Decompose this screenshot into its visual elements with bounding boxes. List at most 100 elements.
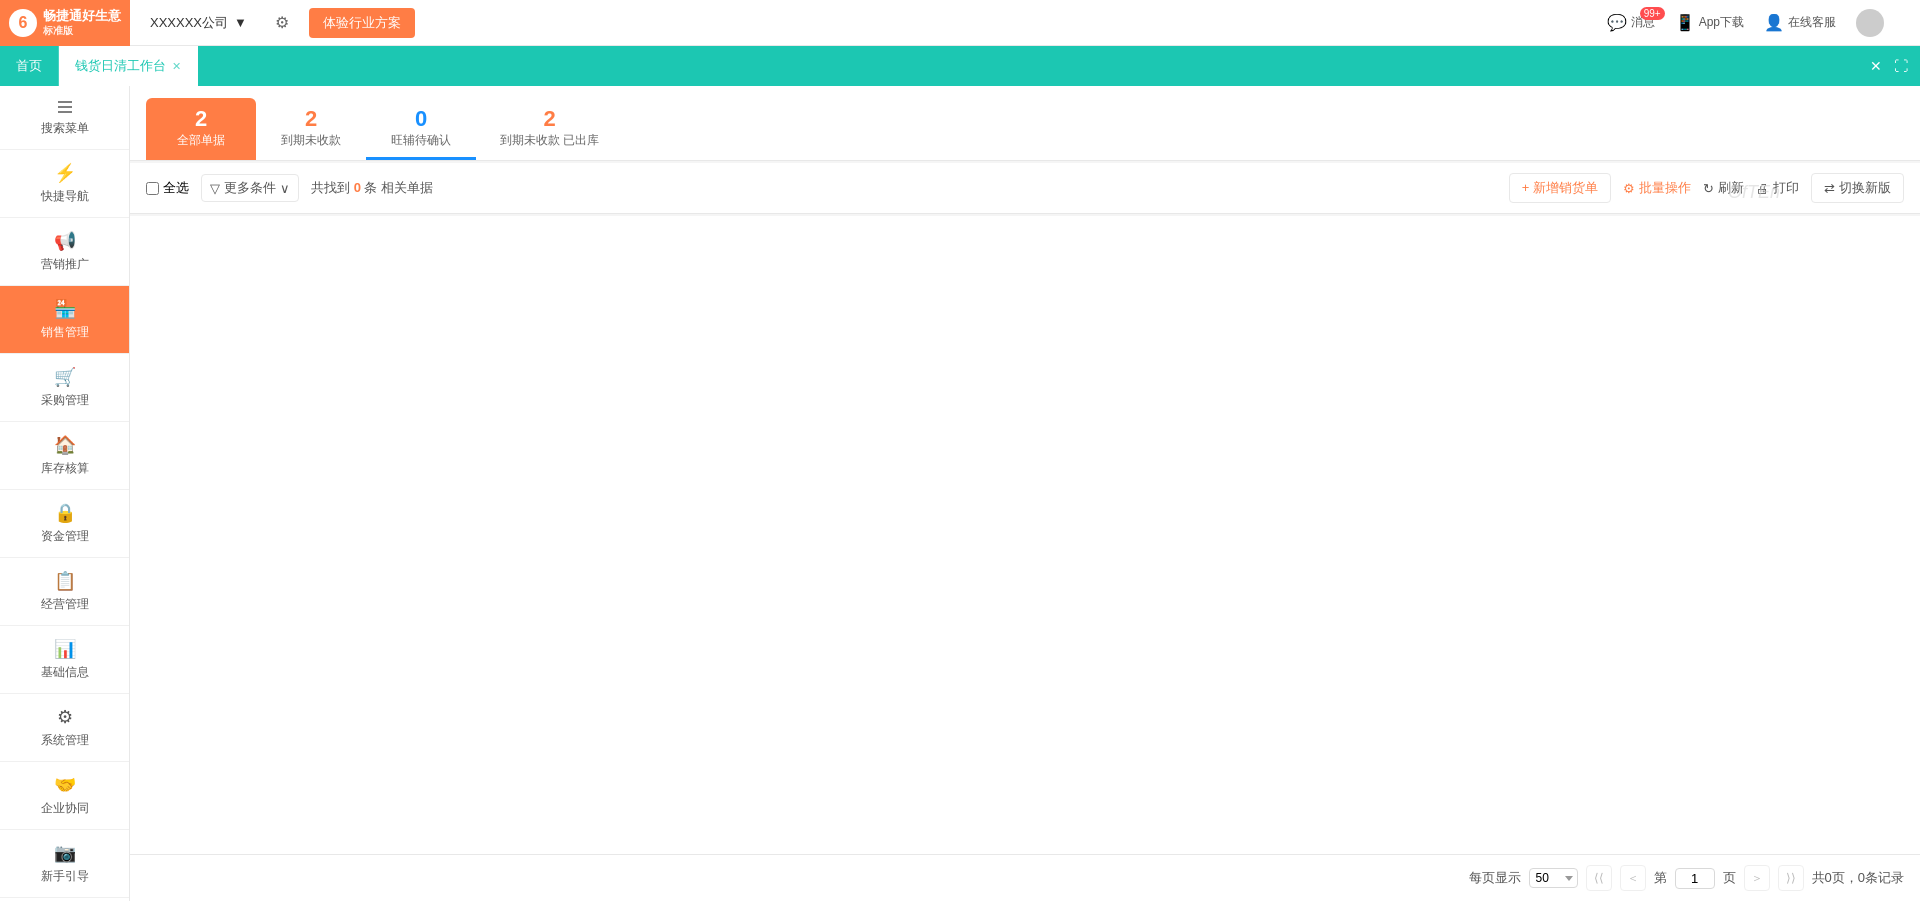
sidebar-item-inventory[interactable]: 🏠 库存核算 <box>0 422 129 490</box>
page-size-label: 每页显示 <box>1469 869 1521 887</box>
trial-button[interactable]: 体验行业方案 <box>309 8 415 38</box>
settings-button[interactable]: ⚙ <box>267 8 297 38</box>
filter-icon: ▽ <box>210 181 220 196</box>
close-window-btn[interactable]: ✕ <box>1866 54 1886 78</box>
cooperation-icon: 🤝 <box>54 774 76 796</box>
stat-label-all: 全部单据 <box>177 132 225 149</box>
content-area: 2 全部单据 2 到期未收款 0 旺辅待确认 2 到期未收款 已出库 全选 <box>130 86 1920 901</box>
top-bar-right: 💬 消息 99+ 📱 App下载 👤 在线客服 <box>1607 9 1904 37</box>
new-order-button[interactable]: + 新增销货单 <box>1509 173 1611 203</box>
avatar[interactable] <box>1856 9 1884 37</box>
logo-title: 畅捷通好生意 <box>43 8 121 25</box>
sidebar-label: 库存核算 <box>41 460 89 477</box>
app-download-button[interactable]: 📱 App下载 <box>1675 13 1744 32</box>
sidebar-label: 快捷导航 <box>41 188 89 205</box>
stat-tab-pending[interactable]: 0 旺辅待确认 <box>366 98 476 160</box>
message-button[interactable]: 💬 消息 99+ <box>1607 13 1655 32</box>
quick-nav-icon: ⚡ <box>54 162 76 184</box>
stat-tab-overdue[interactable]: 2 到期未收款 <box>256 98 366 160</box>
logo-text: 畅捷通好生意 标准版 <box>43 8 121 38</box>
sidebar-item-base-info[interactable]: 📊 基础信息 <box>0 626 129 694</box>
batch-icon: ⚙ <box>1623 181 1635 196</box>
select-all-checkbox[interactable]: 全选 <box>146 179 189 197</box>
pagination-bar: 每页显示 50 20 100 ⟨⟨ ＜ 第 页 ＞ ⟩⟩ 共0页，0条记录 <box>130 854 1920 901</box>
table-area <box>130 216 1920 854</box>
page-label-2: 页 <box>1723 869 1736 887</box>
logo-icon: 6 <box>9 9 37 37</box>
online-service-button[interactable]: 👤 在线客服 <box>1764 13 1836 32</box>
base-info-icon: 📊 <box>54 638 76 660</box>
logo-subtitle: 标准版 <box>43 24 121 37</box>
operations-icon: 📋 <box>54 570 76 592</box>
capital-icon: 🔒 <box>54 502 76 524</box>
refresh-button[interactable]: ↻ 刷新 <box>1703 179 1744 197</box>
sidebar-label: 系统管理 <box>41 732 89 749</box>
sidebar-label: 搜索菜单 <box>41 120 89 137</box>
page-input[interactable] <box>1675 868 1715 889</box>
tab-workbench[interactable]: 钱货日清工作台 ✕ <box>59 46 198 86</box>
sidebar-label: 经营管理 <box>41 596 89 613</box>
print-icon: 🖨 <box>1756 181 1769 196</box>
sidebar-item-operations[interactable]: 📋 经营管理 <box>0 558 129 626</box>
first-page-button[interactable]: ⟨⟨ <box>1586 865 1612 891</box>
nav-right-actions: ✕ ⛶ <box>1866 46 1920 86</box>
refresh-icon: ↻ <box>1703 181 1714 196</box>
stats-tabs: 2 全部单据 2 到期未收款 0 旺辅待确认 2 到期未收款 已出库 <box>130 86 1920 161</box>
prev-page-button[interactable]: ＜ <box>1620 865 1646 891</box>
stat-tab-unshipped[interactable]: 2 到期未收款 已出库 <box>476 98 623 160</box>
sidebar-item-search-menu[interactable]: 搜索菜单 <box>0 86 129 150</box>
company-selector[interactable]: XXXXXX公司 ▼ <box>142 10 255 36</box>
last-page-button[interactable]: ⟩⟩ <box>1778 865 1804 891</box>
inventory-icon: 🏠 <box>54 434 76 456</box>
result-count: 0 <box>354 180 361 195</box>
sidebar-item-cooperation[interactable]: 🤝 企业协同 <box>0 762 129 830</box>
page-size-select[interactable]: 50 20 100 <box>1529 868 1578 888</box>
sidebar-item-system[interactable]: ⚙ 系统管理 <box>0 694 129 762</box>
switch-version-button[interactable]: ⇄ 切换新版 <box>1811 173 1904 203</box>
total-info: 共0页，0条记录 <box>1812 869 1904 887</box>
company-name: XXXXXX公司 <box>150 14 228 32</box>
switch-icon: ⇄ <box>1824 181 1835 196</box>
sidebar: 搜索菜单 ⚡ 快捷导航 📢 营销推广 🏪 销售管理 🛒 采购管理 🏠 库存核算 … <box>0 86 130 901</box>
toolbar-right: + 新增销货单 ⚙ 批量操作 ↻ 刷新 🖨 打印 ⇄ 切换新版 <box>1509 173 1904 203</box>
stat-label-pending: 旺辅待确认 <box>391 132 451 149</box>
maximize-window-btn[interactable]: ⛶ <box>1890 54 1912 78</box>
app-download-label: App下载 <box>1699 14 1744 31</box>
top-bar-left: 6 畅捷通好生意 标准版 XXXXXX公司 ▼ ⚙ 体验行业方案 <box>0 0 415 46</box>
stat-label-overdue: 到期未收款 <box>281 132 341 149</box>
stat-tab-all[interactable]: 2 全部单据 <box>146 98 256 160</box>
print-button[interactable]: 🖨 打印 <box>1756 179 1799 197</box>
stat-num-unshipped: 2 <box>544 106 556 132</box>
marketing-icon: 📢 <box>54 230 76 252</box>
sidebar-label: 销售管理 <box>41 324 89 341</box>
search-menu-icon <box>56 98 74 116</box>
batch-label: 批量操作 <box>1639 179 1691 197</box>
dropdown-icon: ▼ <box>234 15 247 30</box>
toolbar-left: 全选 ▽ 更多条件 ∨ 共找到 0 条 相关单据 <box>146 174 433 202</box>
tab-home[interactable]: 首页 <box>0 46 59 86</box>
batch-button[interactable]: ⚙ 批量操作 <box>1623 179 1691 197</box>
result-text: 共找到 0 条 相关单据 <box>311 179 433 197</box>
sidebar-label: 采购管理 <box>41 392 89 409</box>
sidebar-item-marketing[interactable]: 📢 营销推广 <box>0 218 129 286</box>
next-page-button[interactable]: ＞ <box>1744 865 1770 891</box>
page-label: 第 <box>1654 869 1667 887</box>
sidebar-item-quick-nav[interactable]: ⚡ 快捷导航 <box>0 150 129 218</box>
sales-icon: 🏪 <box>54 298 76 320</box>
service-icon: 👤 <box>1764 13 1784 32</box>
sidebar-item-capital[interactable]: 🔒 资金管理 <box>0 490 129 558</box>
sidebar-item-sales[interactable]: 🏪 销售管理 <box>0 286 129 354</box>
sidebar-item-purchase[interactable]: 🛒 采购管理 <box>0 354 129 422</box>
tab-workbench-label: 钱货日清工作台 <box>75 57 166 75</box>
sidebar-item-guide[interactable]: 📷 新手引导 <box>0 830 129 898</box>
sidebar-label: 新手引导 <box>41 868 89 885</box>
filter-label: 更多条件 <box>224 179 276 197</box>
tab-workbench-close[interactable]: ✕ <box>172 60 181 73</box>
top-bar: 6 畅捷通好生意 标准版 XXXXXX公司 ▼ ⚙ 体验行业方案 💬 消息 99… <box>0 0 1920 46</box>
stat-num-overdue: 2 <box>305 106 317 132</box>
filter-button[interactable]: ▽ 更多条件 ∨ <box>201 174 299 202</box>
filter-chevron-icon: ∨ <box>280 181 290 196</box>
main-layout: 搜索菜单 ⚡ 快捷导航 📢 营销推广 🏪 销售管理 🛒 采购管理 🏠 库存核算 … <box>0 86 1920 901</box>
select-all-input[interactable] <box>146 182 159 195</box>
tab-home-label: 首页 <box>16 57 42 75</box>
